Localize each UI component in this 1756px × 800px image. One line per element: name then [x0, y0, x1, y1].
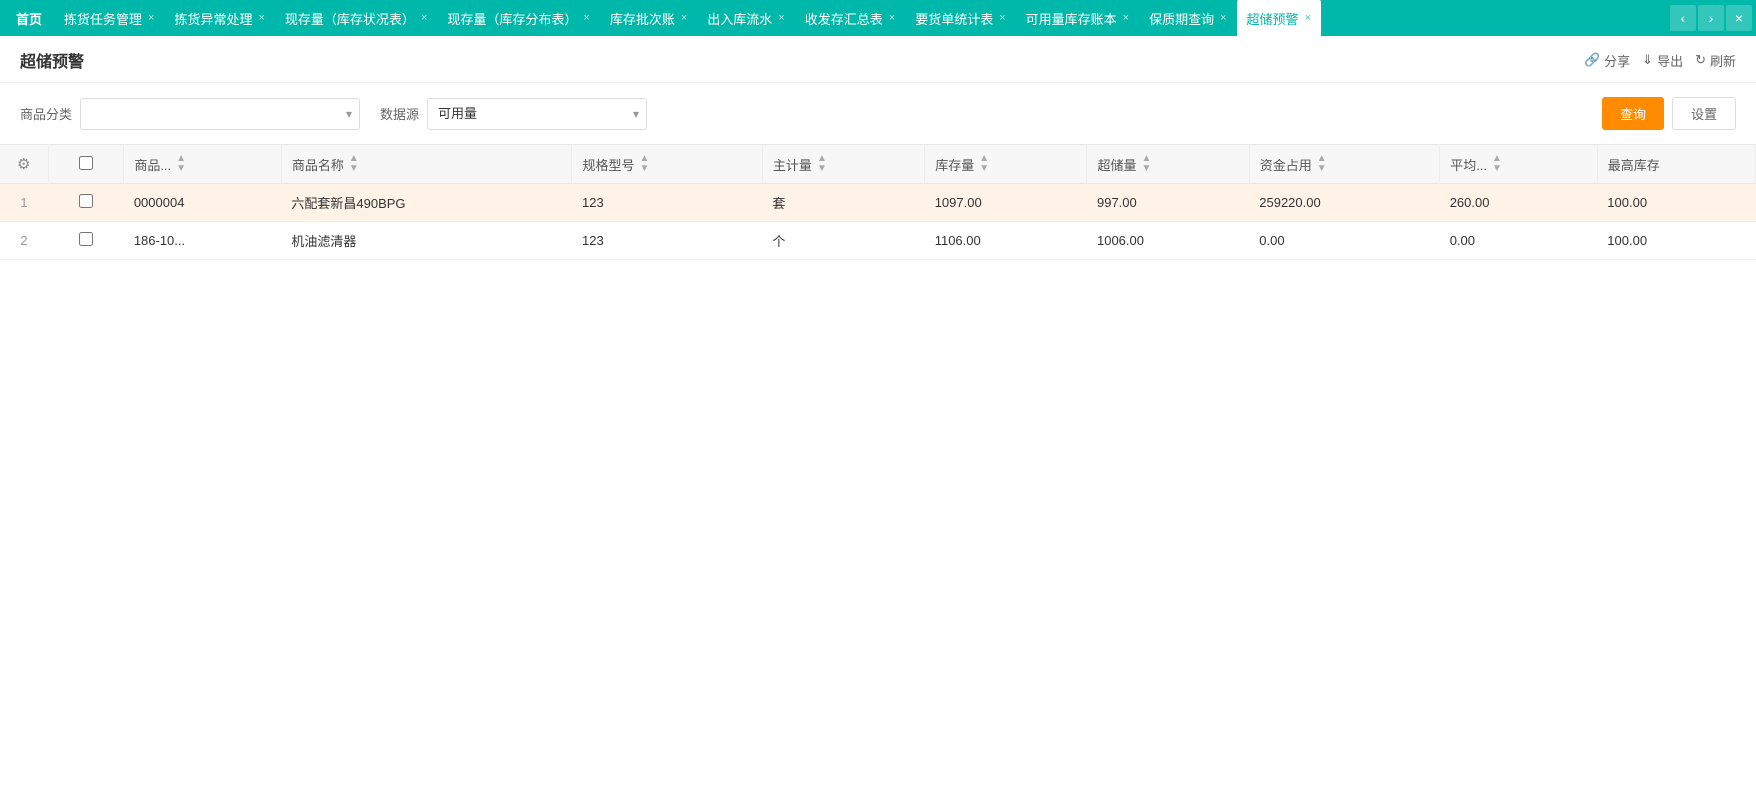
th-overstock[interactable]: 超储量 ▲▼: [1087, 145, 1249, 184]
gear-icon[interactable]: ⚙: [17, 156, 30, 173]
row-max-stock: 100.00: [1597, 222, 1755, 260]
page-content: 超储预警 🔗 分享 ⇓ 导出 ↻ 刷新 商品分类: [0, 36, 1756, 800]
row-max-stock: 100.00: [1597, 184, 1755, 222]
nav-more-btn[interactable]: ×: [1726, 5, 1752, 31]
row-product-name: 六配套新昌490BPG: [281, 184, 572, 222]
th-product-code[interactable]: 商品... ▲▼: [124, 145, 282, 184]
datasource-select-wrap: 可用量: [427, 98, 647, 130]
export-btn[interactable]: ⇓ 导出: [1642, 51, 1683, 70]
share-btn[interactable]: 🔗 分享: [1584, 51, 1630, 70]
nav-tab-6[interactable]: 收发存汇总表×: [795, 0, 905, 36]
row-stock: 1097.00: [925, 184, 1087, 222]
filter-actions: 查询 设置: [1602, 97, 1736, 130]
th-stock[interactable]: 库存量 ▲▼: [925, 145, 1087, 184]
tab-close-icon[interactable]: ×: [1220, 12, 1226, 24]
refresh-btn[interactable]: ↻ 刷新: [1695, 51, 1736, 70]
th-product-name[interactable]: 商品名称 ▲▼: [281, 145, 572, 184]
nav-tab-10[interactable]: 超储预警×: [1237, 0, 1321, 36]
th-avg[interactable]: 平均... ▲▼: [1440, 145, 1598, 184]
tab-close-icon[interactable]: ×: [258, 12, 264, 24]
nav-next-btn[interactable]: ›: [1698, 5, 1724, 31]
settings-btn[interactable]: 设置: [1672, 97, 1736, 130]
tab-close-icon[interactable]: ×: [1305, 12, 1311, 24]
page-header: 超储预警 🔗 分享 ⇓ 导出 ↻ 刷新: [0, 36, 1756, 83]
row-avg: 260.00: [1440, 184, 1598, 222]
category-select-wrap: [80, 98, 360, 130]
category-label: 商品分类: [20, 104, 72, 123]
nav-tab-7[interactable]: 要货单统计表×: [905, 0, 1015, 36]
header-actions: 🔗 分享 ⇓ 导出 ↻ 刷新: [1584, 51, 1736, 70]
row-product-name: 机油滤清器: [281, 222, 572, 260]
table-row: 1 0000004 六配套新昌490BPG 123 套 1097.00 997.…: [0, 184, 1756, 222]
data-table: ⚙ 商品... ▲▼ 商品名称 ▲▼: [0, 144, 1756, 260]
row-spec: 123: [572, 222, 762, 260]
nav-tab-0[interactable]: 拣货任务管理×: [54, 0, 164, 36]
row-checkbox-cell: [48, 222, 124, 260]
th-max-stock[interactable]: 最高库存: [1597, 145, 1755, 184]
row-unit: 个: [762, 222, 924, 260]
th-capital[interactable]: 资金占用 ▲▼: [1249, 145, 1439, 184]
th-unit[interactable]: 主计量 ▲▼: [762, 145, 924, 184]
row-unit: 套: [762, 184, 924, 222]
export-icon: ⇓: [1642, 52, 1653, 68]
nav-tab-5[interactable]: 出入库流水×: [697, 0, 794, 36]
row-capital: 259220.00: [1249, 184, 1439, 222]
nav-tab-3[interactable]: 现存量（库存分布表）×: [437, 0, 599, 36]
th-spec[interactable]: 规格型号 ▲▼: [572, 145, 762, 184]
tab-close-icon[interactable]: ×: [1123, 12, 1129, 24]
nav-tab-1[interactable]: 拣货异常处理×: [164, 0, 274, 36]
row-spec: 123: [572, 184, 762, 222]
share-icon: 🔗: [1584, 52, 1600, 68]
nav-arrows: ‹ › ×: [1670, 5, 1752, 31]
row-checkbox[interactable]: [79, 232, 93, 246]
nav-tab-9[interactable]: 保质期查询×: [1139, 0, 1236, 36]
nav-tab-2[interactable]: 现存量（库存状况表）×: [275, 0, 437, 36]
th-gear[interactable]: ⚙: [0, 145, 48, 184]
tab-close-icon[interactable]: ×: [681, 12, 687, 24]
row-overstock: 997.00: [1087, 184, 1249, 222]
tab-close-icon[interactable]: ×: [999, 12, 1005, 24]
nav-tab-4[interactable]: 库存批次账×: [600, 0, 697, 36]
datasource-filter-group: 数据源 可用量: [380, 98, 647, 130]
select-all-checkbox[interactable]: [79, 156, 93, 170]
row-product-code: 186-10...: [124, 222, 282, 260]
top-nav: 首页 拣货任务管理×拣货异常处理×现存量（库存状况表）×现存量（库存分布表）×库…: [0, 0, 1756, 36]
row-avg: 0.00: [1440, 222, 1598, 260]
category-select[interactable]: [80, 98, 360, 130]
page-title: 超储预警: [20, 48, 84, 72]
refresh-icon: ↻: [1695, 52, 1706, 68]
tab-close-icon[interactable]: ×: [889, 12, 895, 24]
table-wrap: ⚙ 商品... ▲▼ 商品名称 ▲▼: [0, 144, 1756, 260]
table-row: 2 186-10... 机油滤清器 123 个 1106.00 1006.00 …: [0, 222, 1756, 260]
nav-prev-btn[interactable]: ‹: [1670, 5, 1696, 31]
row-capital: 0.00: [1249, 222, 1439, 260]
datasource-label: 数据源: [380, 104, 419, 123]
row-stock: 1106.00: [925, 222, 1087, 260]
nav-tab-8[interactable]: 可用量库存账本×: [1016, 0, 1139, 36]
filter-bar: 商品分类 数据源 可用量 查询 设置: [0, 83, 1756, 144]
tab-close-icon[interactable]: ×: [583, 12, 589, 24]
table-header-row: ⚙ 商品... ▲▼ 商品名称 ▲▼: [0, 145, 1756, 184]
nav-home[interactable]: 首页: [4, 0, 54, 36]
row-num-cell: 1: [0, 184, 48, 222]
th-checkbox: [48, 145, 124, 184]
tab-close-icon[interactable]: ×: [148, 12, 154, 24]
row-num-cell: 2: [0, 222, 48, 260]
tab-close-icon[interactable]: ×: [778, 12, 784, 24]
row-checkbox-cell: [48, 184, 124, 222]
row-product-code: 0000004: [124, 184, 282, 222]
row-checkbox[interactable]: [79, 194, 93, 208]
query-btn[interactable]: 查询: [1602, 97, 1664, 130]
category-filter-group: 商品分类: [20, 98, 360, 130]
row-overstock: 1006.00: [1087, 222, 1249, 260]
datasource-select[interactable]: 可用量: [427, 98, 647, 130]
tab-close-icon[interactable]: ×: [421, 12, 427, 24]
